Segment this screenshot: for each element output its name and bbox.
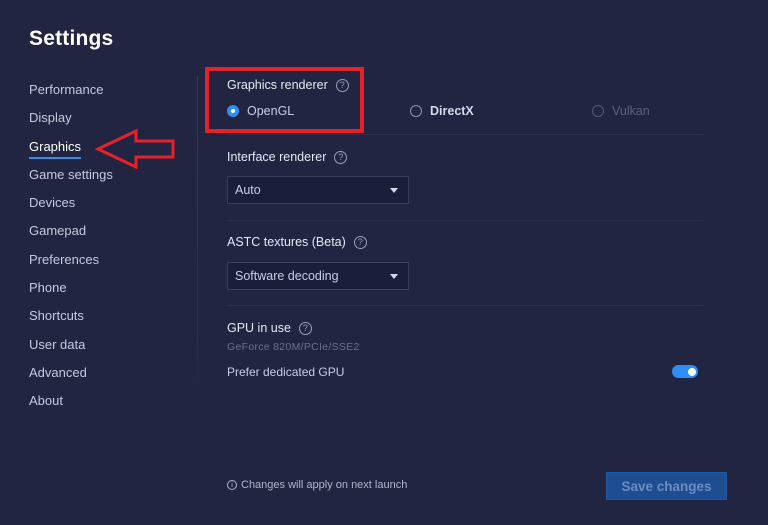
radio-directx-label: DirectX: [430, 104, 474, 118]
restart-note: i Changes will apply on next launch: [227, 479, 407, 491]
interface-renderer-label: Interface renderer ?: [227, 150, 348, 164]
radio-vulkan[interactable]: Vulkan: [592, 104, 650, 118]
sidebar-item-label: Devices: [29, 195, 76, 211]
sidebar-item-gamepad[interactable]: Gamepad: [29, 221, 189, 249]
sidebar-item-graphics[interactable]: Graphics: [29, 137, 189, 165]
help-icon[interactable]: ?: [298, 321, 312, 335]
radio-opengl[interactable]: OpenGL: [227, 104, 294, 118]
sidebar-item-label: Graphics: [29, 138, 82, 159]
radio-unchecked-icon: [410, 105, 422, 117]
prefer-dedicated-gpu-label: Prefer dedicated GPU: [227, 365, 345, 379]
sidebar-item-label: Phone: [29, 280, 67, 296]
help-icon[interactable]: ?: [334, 150, 348, 164]
graphics-renderer-label: Graphics renderer ?: [227, 78, 349, 92]
astc-textures-title: ASTC textures (Beta): [227, 235, 346, 249]
radio-checked-icon: [227, 105, 239, 117]
sidebar-item-performance[interactable]: Performance: [29, 80, 189, 108]
graphics-renderer-title: Graphics renderer: [227, 78, 328, 92]
prefer-dedicated-gpu-toggle[interactable]: [672, 365, 698, 378]
sidebar-item-devices[interactable]: Devices: [29, 193, 189, 221]
sidebar-item-advanced[interactable]: Advanced: [29, 363, 189, 391]
restart-note-text: Changes will apply on next launch: [241, 479, 408, 491]
sidebar-item-preferences[interactable]: Preferences: [29, 250, 189, 278]
gpu-in-use-label: GPU in use ?: [227, 321, 312, 335]
astc-textures-dropdown[interactable]: Software decoding: [227, 262, 409, 290]
sidebar-item-label: User data: [29, 336, 86, 352]
interface-renderer-title: Interface renderer: [227, 150, 327, 164]
settings-sidebar: Performance Display Graphics Game settin…: [29, 80, 189, 420]
section-divider: [227, 220, 703, 221]
interface-renderer-dropdown[interactable]: Auto: [227, 176, 409, 204]
sidebar-item-label: Gamepad: [29, 223, 87, 239]
gpu-in-use-title: GPU in use: [227, 321, 291, 335]
caret-down-icon: [390, 273, 398, 279]
sidebar-item-user-data[interactable]: User data: [29, 335, 189, 363]
dropdown-value: Auto: [235, 183, 261, 197]
sidebar-item-label: Performance: [29, 82, 104, 97]
sidebar-item-label: Display: [29, 110, 72, 126]
sidebar-item-label: Shortcuts: [29, 308, 84, 324]
radio-vulkan-label: Vulkan: [612, 104, 650, 118]
section-divider: [227, 134, 703, 135]
sidebar-item-phone[interactable]: Phone: [29, 278, 189, 306]
dropdown-value: Software decoding: [235, 269, 339, 283]
sidebar-divider: [197, 76, 198, 396]
help-icon[interactable]: ?: [353, 235, 367, 249]
sidebar-item-label: Advanced: [29, 364, 87, 380]
sidebar-item-display[interactable]: Display: [29, 108, 189, 136]
radio-opengl-label: OpenGL: [247, 104, 295, 118]
sidebar-item-shortcuts[interactable]: Shortcuts: [29, 306, 189, 334]
radio-directx[interactable]: DirectX: [410, 104, 474, 118]
info-icon: i: [227, 480, 237, 490]
sidebar-item-label: Preferences: [29, 251, 100, 267]
sidebar-item-game-settings[interactable]: Game settings: [29, 165, 189, 193]
caret-down-icon: [390, 187, 398, 193]
save-changes-button[interactable]: Save changes: [606, 472, 727, 500]
sidebar-item-label: About: [29, 393, 63, 409]
radio-disabled-icon: [592, 105, 604, 117]
gpu-name: GeForce 820M/PCIe/SSE2: [227, 341, 360, 353]
section-divider: [227, 305, 703, 306]
sidebar-item-about[interactable]: About: [29, 391, 189, 419]
help-icon[interactable]: ?: [335, 78, 349, 92]
sidebar-item-label: Game settings: [29, 166, 113, 182]
page-title: Settings: [29, 27, 114, 50]
astc-textures-label: ASTC textures (Beta) ?: [227, 235, 367, 249]
